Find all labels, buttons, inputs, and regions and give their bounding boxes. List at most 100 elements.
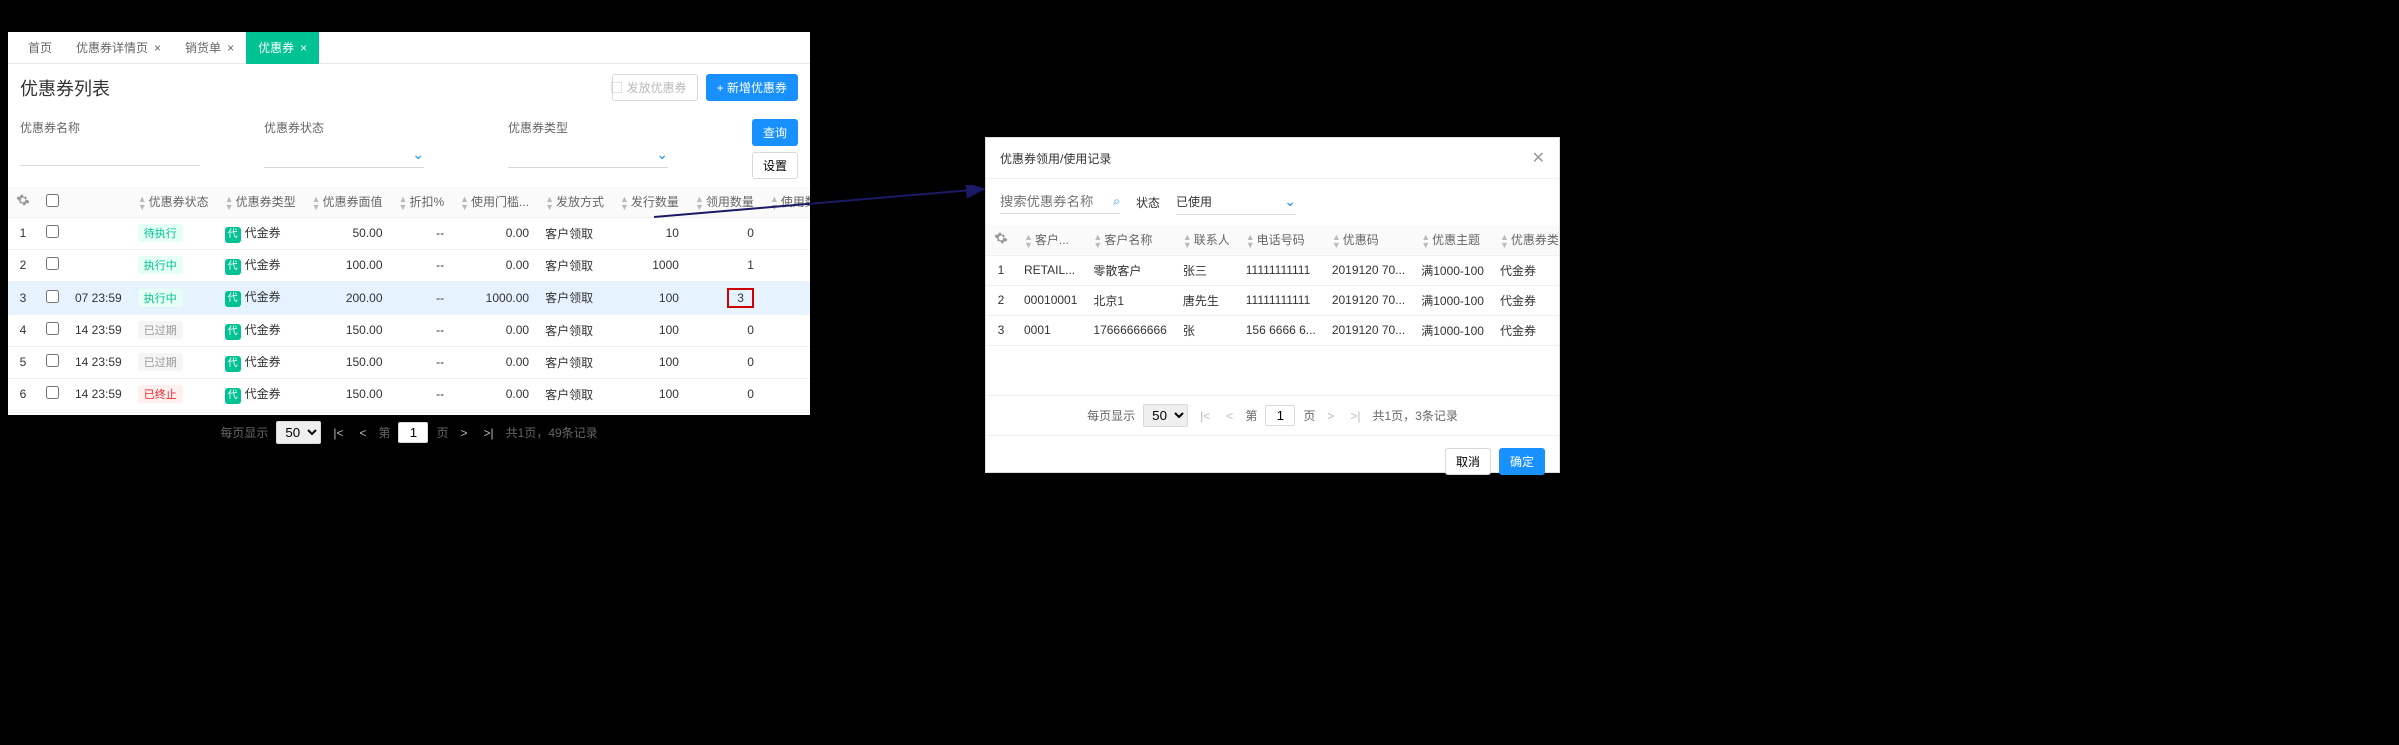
column-header[interactable] <box>67 187 130 217</box>
modal-status-select[interactable]: 已使用⌄ <box>1176 189 1296 215</box>
last-page-button[interactable]: >| <box>480 426 498 440</box>
column-header[interactable]: ▲▼发放方式 <box>537 187 612 217</box>
filter-type-label: 优惠券类型 <box>508 119 728 136</box>
coupon-list-panel: 首页优惠券详情页×销货单×优惠券× 优惠券列表 ⃞发放优惠券 + 新增优惠券 优… <box>8 32 810 415</box>
search-button[interactable]: 查询 <box>752 119 798 146</box>
issue-coupon-button[interactable]: ⃞发放优惠券 <box>612 74 698 101</box>
modal-search-input[interactable] <box>1000 190 1120 214</box>
filter-bar: 优惠券名称 优惠券状态 ⌄ 优惠券类型 ⌄ 查询 设置 <box>8 111 810 187</box>
modal-pagination: 每页显示 50 |< < 第 页 > >| 共1页，3条记录 <box>986 395 1559 435</box>
tab-优惠券[interactable]: 优惠券× <box>246 32 319 64</box>
close-icon[interactable]: × <box>227 41 234 55</box>
chevron-down-icon: ⌄ <box>656 146 668 163</box>
modal-next-page-button[interactable]: > <box>1323 409 1338 423</box>
pagination: 每页显示 50 |< < 第 页 > >| 共1页，49条记录 <box>8 412 810 452</box>
column-header[interactable]: ▲▼使用门槛... <box>452 187 537 217</box>
gear-icon[interactable] <box>8 187 38 217</box>
modal-last-page-button[interactable]: >| <box>1346 409 1364 423</box>
chevron-down-icon: ⌄ <box>412 146 424 163</box>
column-header[interactable]: ▲▼优惠码 <box>1324 225 1413 255</box>
column-header[interactable]: ▲▼联系人 <box>1175 225 1238 255</box>
status-badge: 已过期 <box>138 321 183 339</box>
page-input[interactable] <box>398 422 428 443</box>
close-icon[interactable]: × <box>154 41 161 55</box>
close-icon[interactable]: × <box>300 41 307 55</box>
row-checkbox[interactable] <box>46 290 59 303</box>
column-header[interactable]: ▲▼优惠券状态 <box>130 187 217 217</box>
row-checkbox[interactable] <box>46 225 59 238</box>
tab-销货单[interactable]: 销货单× <box>173 32 246 64</box>
cancel-button[interactable]: 取消 <box>1445 448 1491 475</box>
settings-button[interactable]: 设置 <box>752 152 798 179</box>
coupon-type-icon: 代 <box>225 227 241 243</box>
column-header[interactable]: ▲▼折扣% <box>391 187 453 217</box>
filter-status-select[interactable]: ⌄ <box>264 142 424 168</box>
table-row[interactable]: 1RETAIL...零散客户张三111111111112019120 70...… <box>986 255 1559 285</box>
table-row[interactable]: 307 23:59执行中代代金券200.00--1000.00客户领取10031… <box>8 281 810 314</box>
first-page-button[interactable]: |< <box>329 426 347 440</box>
column-header[interactable]: ▲▼优惠主题 <box>1413 225 1492 255</box>
modal-per-page-select[interactable]: 50 <box>1143 404 1188 427</box>
modal-prev-page-button[interactable]: < <box>1222 409 1237 423</box>
table-row[interactable]: 614 23:59已终止代代金券150.00--0.00客户领取10000↗⊞ <box>8 378 810 410</box>
modal-title: 优惠券领用/使用记录 <box>1000 150 1111 167</box>
tabs: 首页优惠券详情页×销货单×优惠券× <box>8 32 810 64</box>
tab-优惠券详情页[interactable]: 优惠券详情页× <box>64 32 173 64</box>
coupon-type-icon: 代 <box>225 356 241 372</box>
filter-name-input[interactable] <box>20 142 200 166</box>
status-badge: 待执行 <box>138 224 183 242</box>
coupon-type-icon: 代 <box>225 259 241 275</box>
column-header[interactable]: ▲▼领用数量 <box>687 187 762 217</box>
per-page-select[interactable]: 50 <box>276 421 321 444</box>
pagination-summary: 共1页，49条记录 <box>506 424 598 441</box>
table-row[interactable]: 1待执行代代金券50.00--0.00客户领取1000↗⊞ <box>8 217 810 249</box>
table-row[interactable]: 514 23:59已过期代代金券150.00--0.00客户领取10000↗⊞ <box>8 346 810 378</box>
select-all-checkbox[interactable] <box>46 194 59 207</box>
row-checkbox[interactable] <box>46 386 59 399</box>
chevron-down-icon: ⌄ <box>1284 193 1296 210</box>
column-header[interactable]: ▲▼优惠券面值 <box>304 187 391 217</box>
table-row[interactable]: 2执行中代代金券100.00--0.00客户领取100010↗⊞ <box>8 249 810 281</box>
modal-first-page-button[interactable]: |< <box>1196 409 1214 423</box>
modal-pagination-summary: 共1页，3条记录 <box>1372 407 1457 424</box>
modal-status-label: 状态 <box>1136 194 1160 211</box>
coupon-type-icon: 代 <box>225 291 241 307</box>
column-header[interactable]: ▲▼发行数量 <box>612 187 687 217</box>
status-badge: 已终止 <box>138 385 183 403</box>
row-checkbox[interactable] <box>46 322 59 335</box>
column-header[interactable]: ▲▼客户名称 <box>1085 225 1174 255</box>
usage-record-table: ▲▼客户...▲▼客户名称▲▼联系人▲▼电话号码▲▼优惠码▲▼优惠主题▲▼优惠券… <box>986 225 1559 346</box>
column-header[interactable]: ▲▼优惠券类型 <box>217 187 304 217</box>
modal-page-input[interactable] <box>1265 405 1295 426</box>
row-checkbox[interactable] <box>46 354 59 367</box>
prev-page-button[interactable]: < <box>355 426 370 440</box>
coupon-type-icon: 代 <box>225 388 241 404</box>
add-coupon-button[interactable]: + 新增优惠券 <box>706 74 798 101</box>
usage-record-modal: 优惠券领用/使用记录 ✕ ⌕ 状态 已使用⌄ ▲▼客户...▲▼客户名称▲▼联系… <box>985 137 1560 473</box>
table-row[interactable]: 200010001北京1唐先生111111111112019120 70...满… <box>986 285 1559 315</box>
next-page-button[interactable]: > <box>457 426 472 440</box>
page-title: 优惠券列表 <box>20 75 110 101</box>
filter-type-select[interactable]: ⌄ <box>508 142 668 168</box>
filter-status-label: 优惠券状态 <box>264 119 484 136</box>
gear-icon[interactable] <box>986 225 1016 255</box>
table-row[interactable]: 414 23:59已过期代代金券150.00--0.00客户领取10000↗⊞ <box>8 314 810 346</box>
column-header[interactable]: ▲▼使用数量 <box>762 187 810 217</box>
status-badge: 执行中 <box>138 289 183 307</box>
coupon-type-icon: 代 <box>225 324 241 340</box>
status-badge: 执行中 <box>138 256 183 274</box>
column-header[interactable]: ▲▼优惠券类 <box>1492 225 1559 255</box>
confirm-button[interactable]: 确定 <box>1499 448 1545 475</box>
row-checkbox[interactable] <box>46 257 59 270</box>
status-badge: 已过期 <box>138 353 183 371</box>
tab-首页[interactable]: 首页 <box>16 32 64 64</box>
column-header[interactable]: ▲▼客户... <box>1016 225 1085 255</box>
close-icon[interactable]: ✕ <box>1532 148 1545 168</box>
table-row[interactable]: 3000117666666666张156 6666 6...2019120 70… <box>986 315 1559 345</box>
column-header[interactable]: ▲▼电话号码 <box>1238 225 1324 255</box>
filter-name-label: 优惠券名称 <box>20 119 240 136</box>
column-header[interactable] <box>38 187 67 217</box>
coupon-table: ▲▼优惠券状态▲▼优惠券类型▲▼优惠券面值▲▼折扣%▲▼使用门槛...▲▼发放方… <box>8 187 810 412</box>
list-header: 优惠券列表 ⃞发放优惠券 + 新增优惠券 <box>8 64 810 111</box>
search-icon[interactable]: ⌕ <box>1113 194 1120 209</box>
